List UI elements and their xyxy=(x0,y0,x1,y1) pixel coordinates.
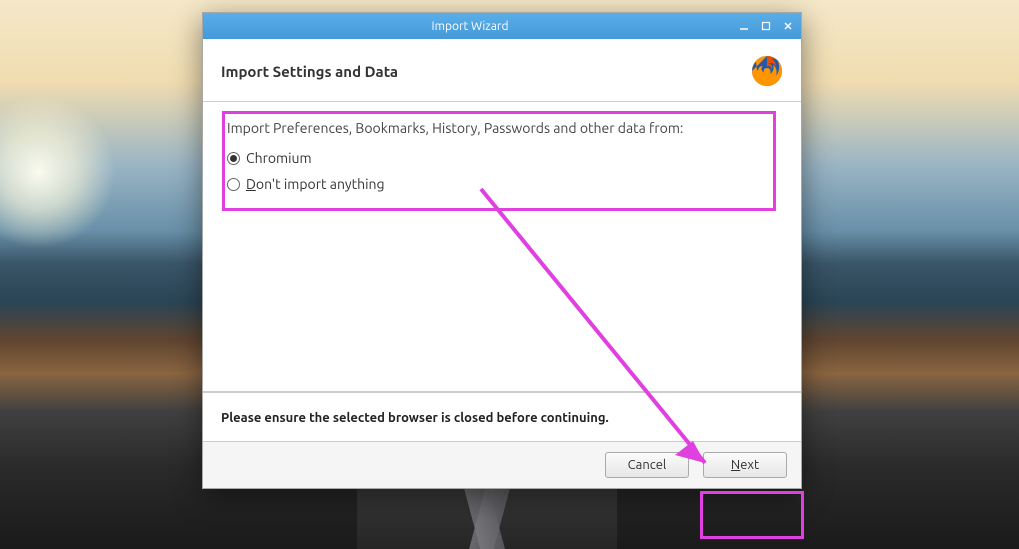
window-controls xyxy=(737,19,795,33)
dialog-body: Import Preferences, Bookmarks, History, … xyxy=(203,102,801,392)
maximize-button[interactable] xyxy=(759,19,773,33)
minimize-icon xyxy=(739,21,749,31)
radio-label: Don't import anything xyxy=(246,176,385,192)
dialog-header: Import Settings and Data xyxy=(203,39,801,102)
minimize-button[interactable] xyxy=(737,19,751,33)
window-title: Import Wizard xyxy=(203,20,737,33)
dialog-footer: Cancel Next xyxy=(203,441,801,488)
radio-icon xyxy=(227,178,240,191)
close-button[interactable] xyxy=(781,19,795,33)
maximize-icon xyxy=(761,21,771,31)
close-icon xyxy=(783,21,793,31)
import-wizard-window: Import Wizard Import Settings and Data I… xyxy=(202,12,802,489)
radio-label: Chromium xyxy=(246,150,312,166)
radio-option-chromium[interactable]: Chromium xyxy=(227,150,777,166)
cancel-button[interactable]: Cancel xyxy=(605,452,689,478)
radio-option-dont-import[interactable]: Don't import anything xyxy=(227,176,777,192)
warning-text: Please ensure the selected browser is cl… xyxy=(203,392,801,441)
dialog-content: Import Settings and Data Import Preferen… xyxy=(203,39,801,488)
import-prompt: Import Preferences, Bookmarks, History, … xyxy=(227,120,777,136)
titlebar[interactable]: Import Wizard xyxy=(203,13,801,39)
dialog-heading: Import Settings and Data xyxy=(221,63,398,80)
firefox-icon xyxy=(749,53,785,89)
radio-icon xyxy=(227,152,240,165)
next-button[interactable]: Next xyxy=(703,452,787,478)
